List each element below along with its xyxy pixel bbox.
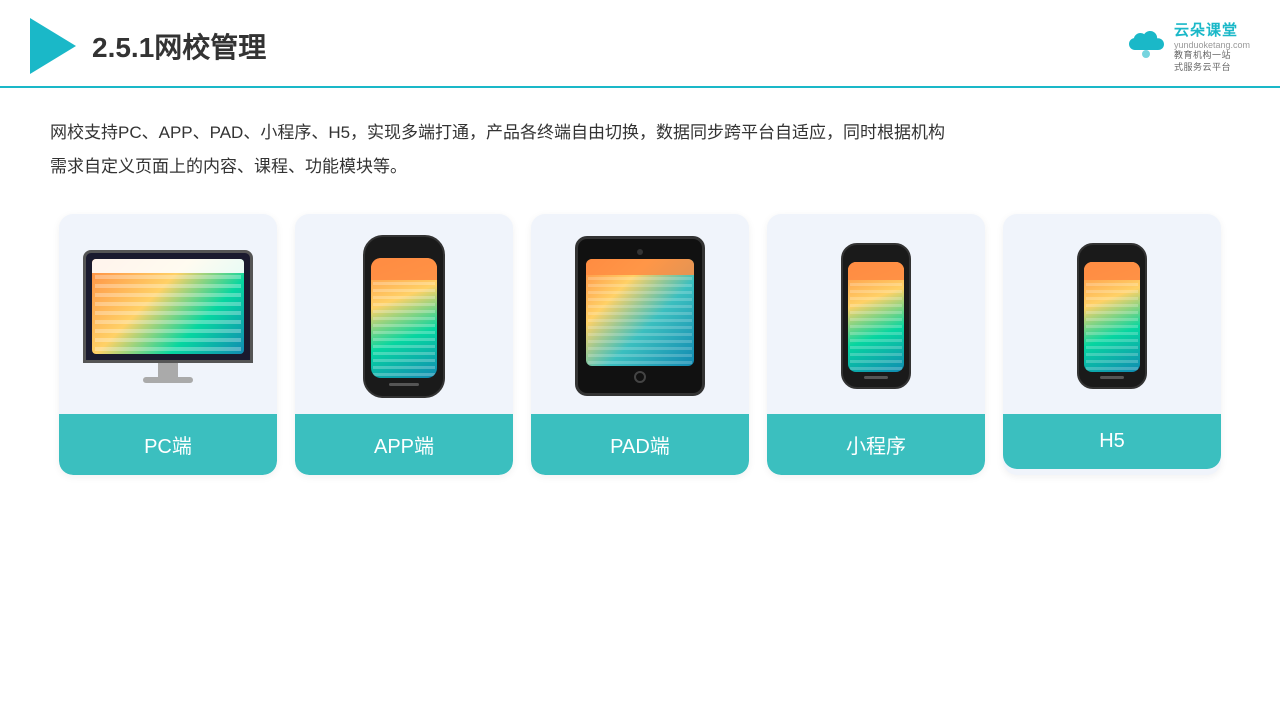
- page-title: 2.5.1网校管理: [92, 26, 266, 66]
- card-pc: PC端: [59, 214, 277, 475]
- cloud-icon: [1124, 28, 1168, 65]
- brand-url: yunduoketang.com: [1174, 40, 1250, 50]
- header: 2.5.1网校管理 云朵课堂 yunduoketang.com 教育机构一站式服…: [0, 0, 1280, 88]
- main-content: 网校支持PC、APP、PAD、小程序、H5，实现多端打通，产品各终端自由切换，数…: [0, 88, 1280, 495]
- brand-name: 云朵课堂: [1174, 19, 1250, 40]
- card-label-h5: H5: [1003, 414, 1221, 469]
- card-h5: H5: [1003, 214, 1221, 475]
- brand-subtitle: 教育机构一站式服务云平台: [1174, 50, 1250, 73]
- card-app: APP端: [295, 214, 513, 475]
- card-label-app: APP端: [295, 414, 513, 475]
- header-left: 2.5.1网校管理: [30, 18, 266, 74]
- card-image-h5: [1003, 214, 1221, 414]
- card-label-pc: PC端: [59, 414, 277, 475]
- brand-text: 云朵课堂 yunduoketang.com 教育机构一站式服务云平台: [1174, 19, 1250, 73]
- phone-mockup-mini: [841, 243, 911, 389]
- card-image-pad: [531, 214, 749, 414]
- card-image-miniprogram: [767, 214, 985, 414]
- brand-logo: 云朵课堂 yunduoketang.com 教育机构一站式服务云平台: [1124, 19, 1250, 73]
- tablet-icon: [575, 236, 705, 396]
- card-label-miniprogram: 小程序: [767, 414, 985, 475]
- phone-mockup-h5: [1077, 243, 1147, 389]
- header-right: 云朵课堂 yunduoketang.com 教育机构一站式服务云平台: [1124, 19, 1250, 73]
- card-pad: PAD端: [531, 214, 749, 475]
- card-image-pc: [59, 214, 277, 414]
- description-text: 网校支持PC、APP、PAD、小程序、H5，实现多端打通，产品各终端自由切换，数…: [50, 116, 1230, 184]
- card-label-pad: PAD端: [531, 414, 749, 475]
- cards-container: PC端 APP端: [50, 214, 1230, 475]
- pc-monitor-icon: [83, 250, 253, 383]
- card-image-app: [295, 214, 513, 414]
- phone-mockup-app: [363, 235, 445, 398]
- logo-triangle-icon: [30, 18, 76, 74]
- card-miniprogram: 小程序: [767, 214, 985, 475]
